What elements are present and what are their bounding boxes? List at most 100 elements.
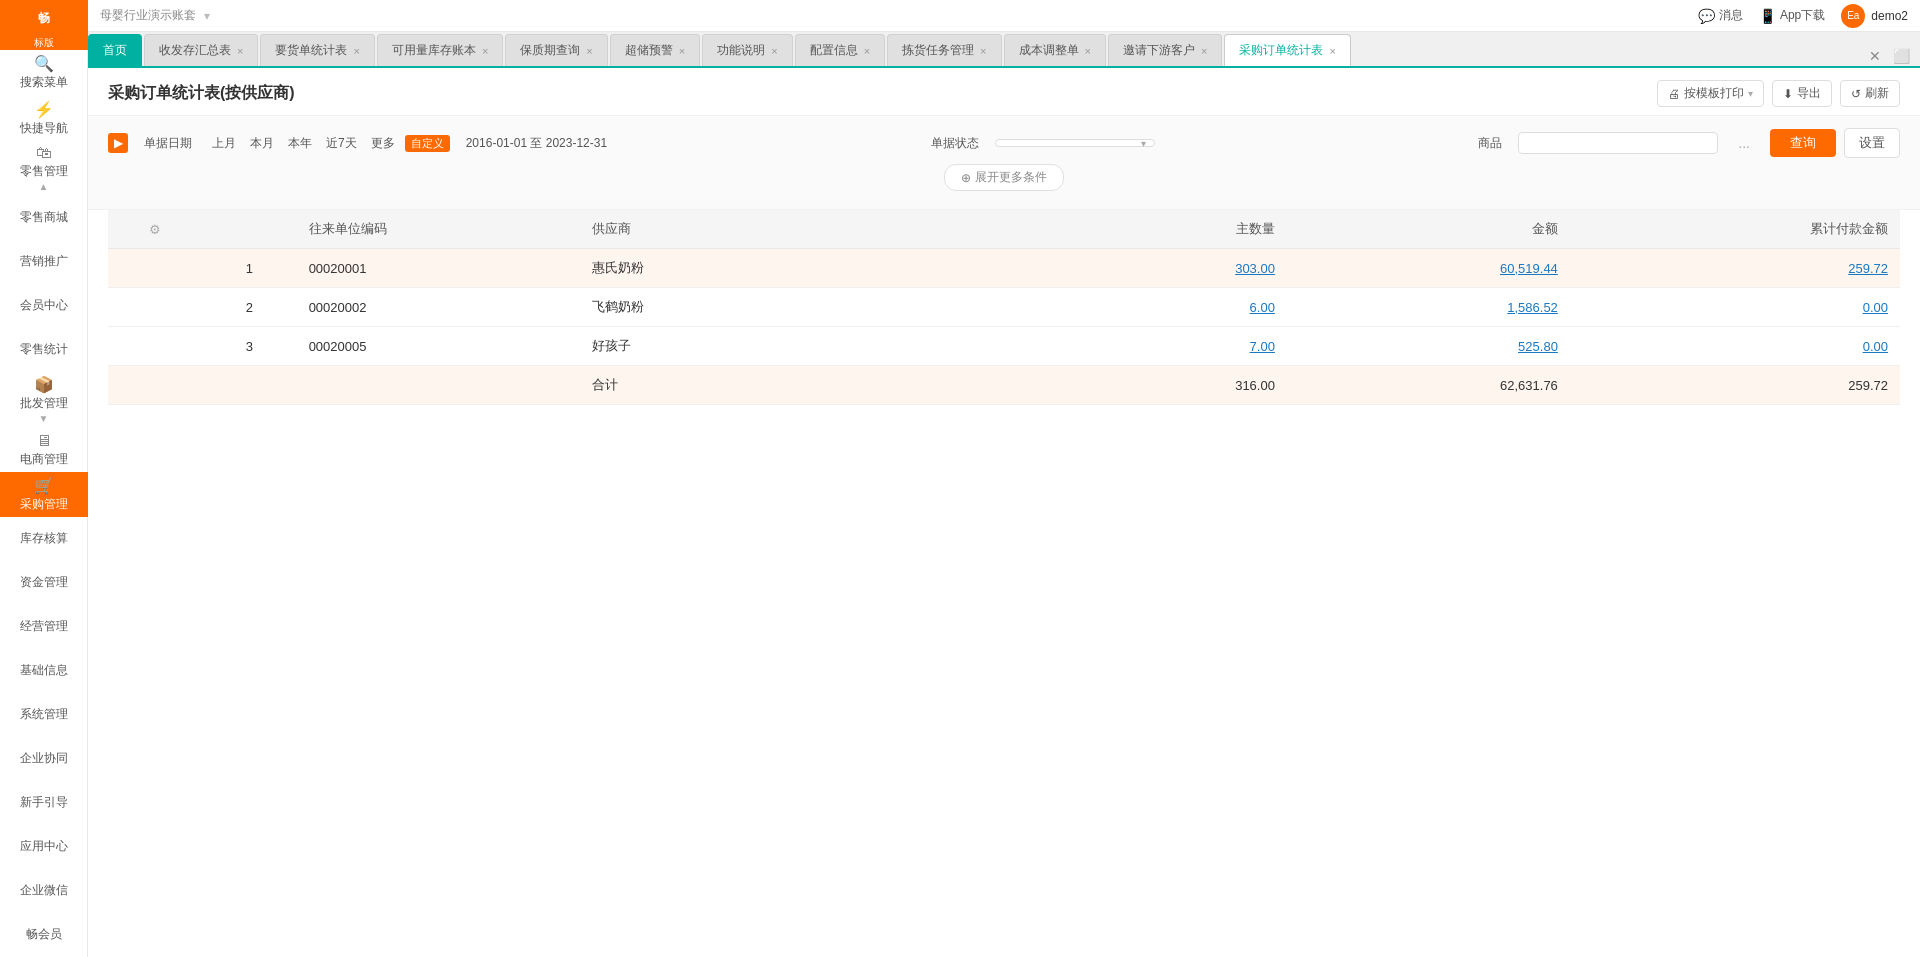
sidebar-item-finance[interactable]: 资金管理 [0, 561, 88, 605]
sidebar-item-members[interactable]: 会员中心 [0, 284, 88, 328]
export-button[interactable]: ⬇ 导出 [1772, 80, 1832, 107]
tab-purchase-summary[interactable]: 采购订单统计表 × [1224, 34, 1350, 66]
tab-func-desc[interactable]: 功能说明 × [702, 34, 792, 66]
sidebar-item-retail-stats[interactable]: 零售统计 [0, 328, 88, 372]
goods-filter-ellipsis[interactable]: ... [1734, 135, 1754, 151]
user-profile[interactable]: Ea demo2 [1841, 4, 1908, 28]
tab-order-summary-close[interactable]: × [353, 45, 359, 57]
filter-toggle-button[interactable]: ▶ [108, 133, 128, 153]
tab-order-summary[interactable]: 要货单统计表 × [260, 34, 374, 66]
sidebar-item-system[interactable]: 系统管理 [0, 693, 88, 737]
sidebar-item-finance-label: 资金管理 [20, 575, 68, 591]
row-amount-cell[interactable]: 60,519.44 [1287, 249, 1570, 288]
expand-row: ⊕ 展开更多条件 [108, 158, 1900, 197]
sidebar-item-purchase[interactable]: 🛒 采购管理 [0, 472, 88, 517]
shortcut-last-month[interactable]: 上月 [208, 133, 240, 154]
table-header-row: ⚙ 往来单位编码 供应商 主数量 金额 累计付款金额 [108, 210, 1900, 249]
message-button[interactable]: 💬 消息 [1698, 7, 1743, 24]
status-select[interactable]: ▾ [995, 139, 1155, 147]
shortcut-more[interactable]: 更多 [367, 133, 399, 154]
sidebar-item-quick-nav[interactable]: ⚡ 快捷导航 [0, 95, 88, 140]
tab-picking-task-close[interactable]: × [980, 45, 986, 57]
sidebar-item-retail[interactable]: 🛍 零售管理 ▲ [0, 141, 88, 196]
tab-config-info-close[interactable]: × [864, 45, 870, 57]
main-area: 母婴行业演示账套 ▾ 💬 消息 📱 App下载 Ea demo2 首页 [88, 0, 1920, 957]
table-footer-row: 合计 316.00 62,631.76 259.72 [108, 366, 1900, 405]
shortcut-this-month[interactable]: 本月 [246, 133, 278, 154]
row-qty-cell[interactable]: 303.00 [1051, 249, 1287, 288]
tab-invite-downstream[interactable]: 邀请下游客户 × [1108, 34, 1222, 66]
tab-overstock-warning-close[interactable]: × [679, 45, 685, 57]
tab-cost-adjust[interactable]: 成本调整单 × [1004, 34, 1106, 66]
tab-warranty-query-label: 保质期查询 [520, 42, 580, 59]
sidebar-item-enterprise[interactable]: 企业协同 [0, 737, 88, 781]
row-paid-cell[interactable]: 259.72 [1570, 249, 1900, 288]
print-button[interactable]: 🖨 按模板打印 ▾ [1657, 80, 1764, 107]
sidebar-item-app-center-label: 应用中心 [20, 839, 68, 855]
sidebar-item-marketing[interactable]: 营销推广 [0, 240, 88, 284]
sidebar-item-basics[interactable]: 基础信息 [0, 649, 88, 693]
tab-purchase-summary-close[interactable]: × [1329, 45, 1335, 57]
sidebar-item-enterprise-wechat[interactable]: 企业微信 [0, 869, 88, 913]
tab-available-stock-close[interactable]: × [482, 45, 488, 57]
page-header: 采购订单统计表(按供应商) 🖨 按模板打印 ▾ ⬇ 导出 ↺ 刷新 [88, 68, 1920, 116]
sidebar-item-app-center[interactable]: 应用中心 [0, 825, 88, 869]
tab-config-info[interactable]: 配置信息 × [795, 34, 885, 66]
settings-button[interactable]: 设置 [1844, 128, 1900, 158]
retail-icon: 🛍 [36, 144, 52, 162]
export-icon: ⬇ [1783, 87, 1793, 101]
sidebar-item-wholesale[interactable]: 📦 批发管理 ▼ [0, 372, 88, 428]
row-amount-cell[interactable]: 1,586.52 [1287, 288, 1570, 327]
tab-func-desc-close[interactable]: × [771, 45, 777, 57]
sidebar-item-guide[interactable]: 新手引导 [0, 781, 88, 825]
tab-restore-button[interactable]: ⬜ [1891, 46, 1912, 66]
message-label: 消息 [1719, 7, 1743, 24]
tab-cost-adjust-label: 成本调整单 [1019, 42, 1079, 59]
tab-picking-task-label: 拣货任务管理 [902, 42, 974, 59]
tab-overstock-warning[interactable]: 超储预警 × [610, 34, 700, 66]
sidebar-item-membership[interactable]: 畅会员 [0, 913, 88, 957]
sidebar-item-operations[interactable]: 经营管理 [0, 605, 88, 649]
row-num-cell: 1 [202, 249, 296, 288]
tab-close-all-button[interactable]: ✕ [1867, 46, 1883, 66]
sidebar-item-members-label: 会员中心 [20, 298, 68, 314]
tab-invite-downstream-label: 邀请下游客户 [1123, 42, 1195, 59]
row-paid-cell[interactable]: 0.00 [1570, 327, 1900, 366]
row-amount-cell[interactable]: 525.80 [1287, 327, 1570, 366]
sidebar-item-retail-shop[interactable]: 零售商城 [0, 196, 88, 240]
tab-available-stock[interactable]: 可用量库存账本 × [377, 34, 503, 66]
topbar-actions: 💬 消息 📱 App下载 Ea demo2 [1698, 4, 1908, 28]
sidebar: 畅 标版 🔍 搜索菜单 ⚡ 快捷导航 🛍 零售管理 ▲ 零售商城 营销推广 会员… [0, 0, 88, 957]
tab-cost-adjust-close[interactable]: × [1085, 45, 1091, 57]
status-select-arrow-icon: ▾ [1141, 138, 1146, 149]
row-paid-cell[interactable]: 0.00 [1570, 288, 1900, 327]
tab-warranty-query-close[interactable]: × [586, 45, 592, 57]
footer-settings-cell [108, 366, 202, 405]
sidebar-item-inventory[interactable]: 库存核算 [0, 517, 88, 561]
refresh-button[interactable]: ↺ 刷新 [1840, 80, 1900, 107]
col-paid-header: 累计付款金额 [1570, 210, 1900, 249]
app-download-button[interactable]: 📱 App下载 [1759, 7, 1825, 24]
tab-collect-send[interactable]: 收发存汇总表 × [144, 34, 258, 66]
row-qty-cell[interactable]: 6.00 [1051, 288, 1287, 327]
tab-func-desc-label: 功能说明 [717, 42, 765, 59]
query-button[interactable]: 查询 [1770, 129, 1836, 157]
tab-collect-send-close[interactable]: × [237, 45, 243, 57]
shortcut-this-year[interactable]: 本年 [284, 133, 316, 154]
row-qty-cell[interactable]: 7.00 [1051, 327, 1287, 366]
custom-badge[interactable]: 自定义 [405, 135, 450, 152]
breadcrumb-arrow: ▾ [204, 9, 210, 23]
sidebar-item-search[interactable]: 🔍 搜索菜单 [0, 50, 88, 95]
tab-warranty-query[interactable]: 保质期查询 × [505, 34, 607, 66]
tab-home[interactable]: 首页 [88, 34, 142, 66]
goods-filter-input[interactable] [1518, 132, 1718, 154]
tab-picking-task[interactable]: 拣货任务管理 × [887, 34, 1001, 66]
app-download-label: App下载 [1780, 7, 1825, 24]
sidebar-item-ecommerce[interactable]: 🖥 电商管理 [0, 427, 88, 472]
tab-invite-downstream-close[interactable]: × [1201, 45, 1207, 57]
expand-more-button[interactable]: ⊕ 展开更多条件 [944, 164, 1064, 191]
settings-icon[interactable]: ⚙ [149, 222, 161, 237]
table-row: 3 00020005 好孩子 7.00 525.80 0.00 [108, 327, 1900, 366]
topbar: 母婴行业演示账套 ▾ 💬 消息 📱 App下载 Ea demo2 [88, 0, 1920, 32]
shortcut-7days[interactable]: 近7天 [322, 133, 361, 154]
